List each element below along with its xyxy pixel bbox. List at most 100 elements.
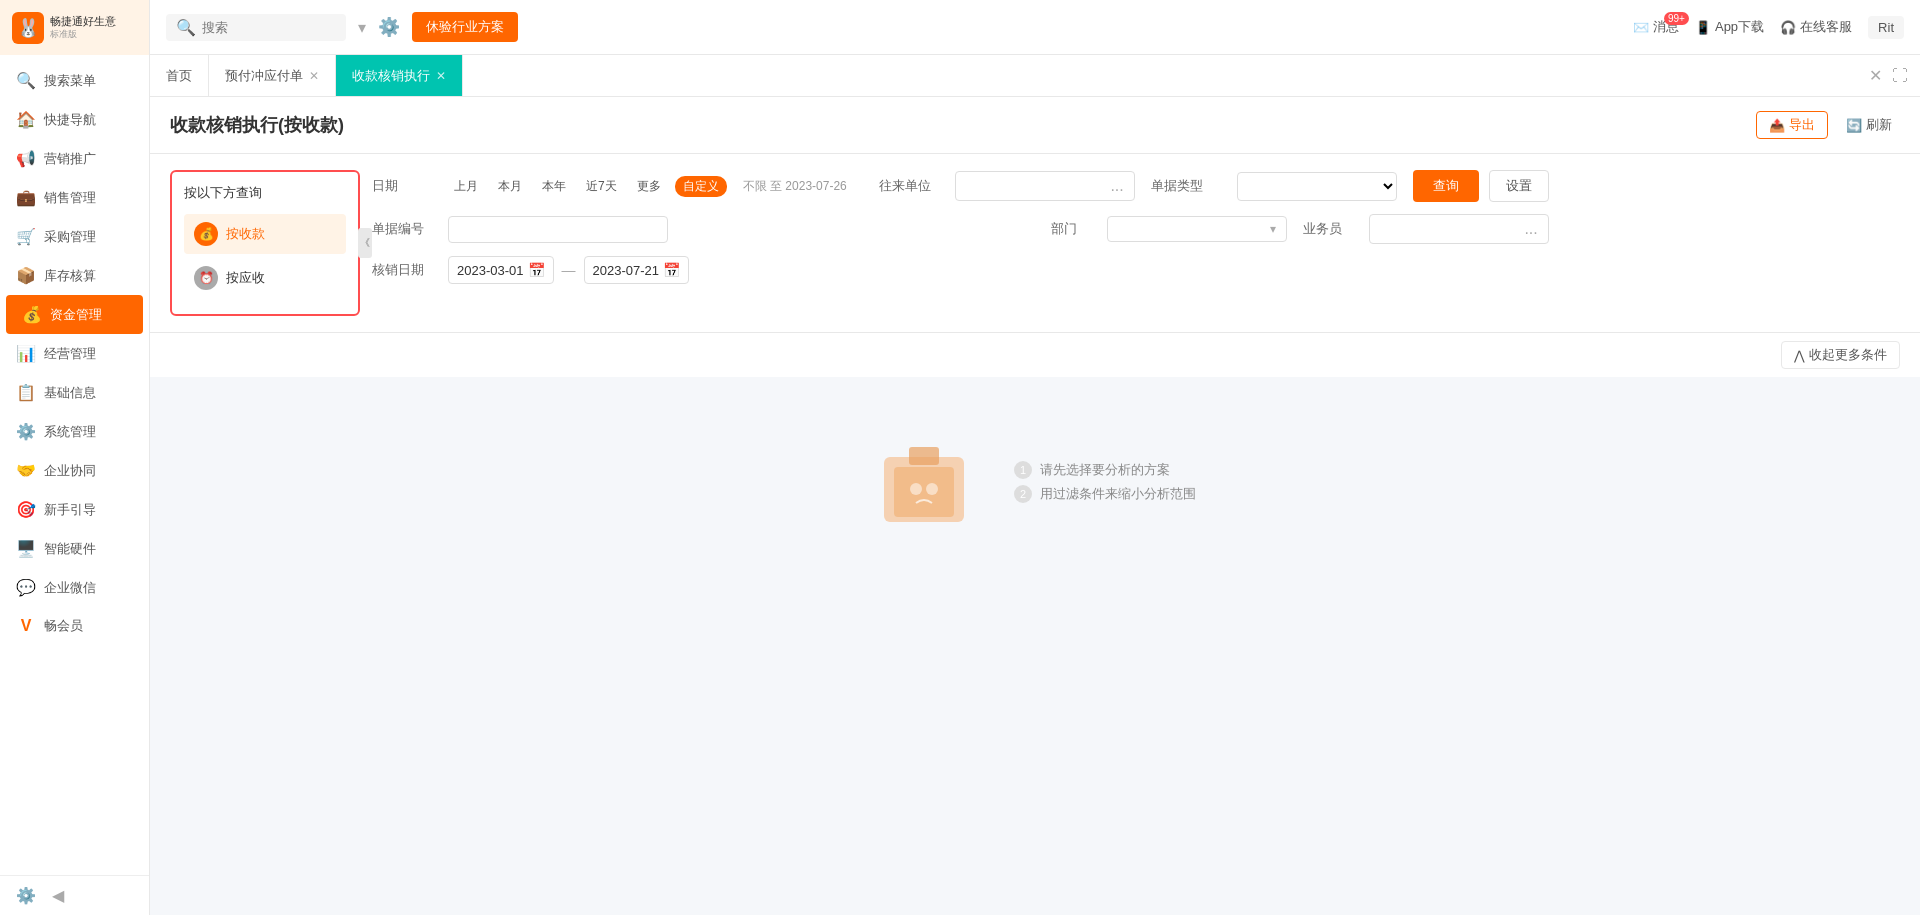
topbar: 🔍 ▾ ⚙️ 休验行业方案 ✉️ 消息 99+ 📱 App下载 🎧 在线客服 R… [150, 0, 1920, 55]
dept-field[interactable]: ▾ [1107, 216, 1287, 242]
gear-icon[interactable]: ⚙️ [378, 16, 400, 38]
partner-label: 往来单位 [879, 177, 939, 195]
purchase-icon: 🛒 [16, 227, 36, 246]
close-tab-icon[interactable]: ✕ [1869, 66, 1882, 85]
verify-date-end[interactable]: 2023-07-21 📅 [584, 256, 690, 284]
page-header-actions: 📤 导出 🔄 刷新 [1756, 111, 1900, 153]
sidebar-item-label: 经营管理 [44, 345, 96, 363]
filter-option-by-receivable[interactable]: ⏰ 按应收 [184, 258, 346, 298]
collapse-sidebar-icon[interactable]: ◀ [52, 886, 64, 905]
sidebar-item-inventory[interactable]: 📦 库存核算 [0, 256, 149, 295]
collapse-more-btn[interactable]: ⋀ 收起更多条件 [1781, 341, 1900, 369]
sidebar-item-finance[interactable]: 💰 资金管理 [6, 295, 143, 334]
tabbar-actions: ✕ ⛶ [1857, 55, 1920, 96]
tab-close-payment[interactable]: ✕ [436, 69, 446, 83]
sidebar-item-wechat[interactable]: 💬 企业微信 [0, 568, 149, 607]
sidebar-item-label: 搜索菜单 [44, 72, 96, 90]
partner-field[interactable]: ... [955, 171, 1135, 201]
tab-payment[interactable]: 收款核销执行 ✕ [336, 55, 463, 96]
sidebar-item-guide[interactable]: 🎯 新手引导 [0, 490, 149, 529]
expand-icon[interactable]: ⛶ [1892, 67, 1908, 85]
empty-tips: 1 请先选择要分析的方案 2 用过滤条件来缩小分析范围 [1014, 461, 1196, 503]
sidebar-item-label: 企业协同 [44, 462, 96, 480]
sidebar-item-label: 快捷导航 [44, 111, 96, 129]
search-icon: 🔍 [176, 18, 196, 37]
sidebar-item-quicknav[interactable]: 🏠 快捷导航 [0, 100, 149, 139]
sidebar-item-member[interactable]: V 畅会员 [0, 607, 149, 645]
online-service-btn[interactable]: 🎧 在线客服 [1780, 18, 1852, 36]
doc-type-select[interactable] [1237, 172, 1397, 201]
sales-icon: 💼 [16, 188, 36, 207]
filter-option-by-payment[interactable]: 💰 按收款 [184, 214, 346, 254]
app-download-btn[interactable]: 📱 App下载 [1695, 18, 1764, 36]
sidebar-item-label: 系统管理 [44, 423, 96, 441]
message-btn[interactable]: ✉️ 消息 99+ [1633, 18, 1679, 36]
verify-date-start[interactable]: 2023-03-01 📅 [448, 256, 554, 284]
setting-btn[interactable]: 设置 [1489, 170, 1549, 202]
sidebar-item-label: 畅会员 [44, 617, 83, 635]
topbar-actions: ✉️ 消息 99+ 📱 App下载 🎧 在线客服 Rit [1633, 16, 1904, 39]
empty-illustration [874, 437, 974, 527]
system-icon: ⚙️ [16, 422, 36, 441]
filter-row-2: 单据编号 部门 ▾ 业务员 ... [372, 214, 1549, 244]
member-icon: V [16, 617, 36, 635]
svg-rect-4 [909, 447, 939, 465]
filter-row-1: 日期 上月 本月 本年 近7天 更多 自定义 不限 至 2023-07-26 [372, 170, 1549, 202]
sidebar-item-sales[interactable]: 💼 销售管理 [0, 178, 149, 217]
search-input[interactable] [202, 20, 322, 35]
date-last-month[interactable]: 上月 [448, 176, 484, 197]
sidebar-item-hardware[interactable]: 🖥️ 智能硬件 [0, 529, 149, 568]
date-more[interactable]: 更多 [631, 176, 667, 197]
dropdown-icon[interactable]: ▾ [358, 18, 366, 37]
refresh-btn[interactable]: 🔄 刷新 [1838, 111, 1900, 139]
svg-rect-1 [894, 467, 954, 517]
doc-no-input[interactable] [448, 216, 668, 243]
export-btn[interactable]: 📤 导出 [1756, 111, 1828, 139]
hardware-icon: 🖥️ [16, 539, 36, 558]
refresh-icon: 🔄 [1846, 118, 1862, 133]
app-icon: 📱 [1695, 20, 1711, 35]
sidebar-item-label: 智能硬件 [44, 540, 96, 558]
tab-prepay[interactable]: 预付冲应付单 ✕ [209, 55, 336, 96]
marketing-icon: 📢 [16, 149, 36, 168]
sidebar-item-system[interactable]: ⚙️ 系统管理 [0, 412, 149, 451]
date-range-text: 不限 至 2023-07-26 [743, 178, 847, 195]
sidebar-item-enterprise[interactable]: 🤝 企业协同 [0, 451, 149, 490]
staff-field[interactable]: ... [1369, 214, 1549, 244]
industry-btn[interactable]: 休验行业方案 [412, 12, 518, 42]
sidebar-item-label: 新手引导 [44, 501, 96, 519]
user-info[interactable]: Rit [1868, 16, 1904, 39]
date-this-month[interactable]: 本月 [492, 176, 528, 197]
export-icon: 📤 [1769, 118, 1785, 133]
partner-more-icon[interactable]: ... [1110, 177, 1123, 195]
sidebar-bottom: ⚙️ ◀ [0, 875, 149, 915]
filter-row-3: 核销日期 2023-03-01 📅 — 2023-07-21 📅 [372, 256, 1549, 284]
tab-home[interactable]: 首页 [150, 55, 209, 96]
staff-more-icon[interactable]: ... [1524, 220, 1537, 238]
page-title: 收款核销执行(按收款) [170, 113, 344, 151]
sidebar-item-search[interactable]: 🔍 搜索菜单 [0, 61, 149, 100]
svg-point-2 [910, 483, 922, 495]
sidebar-item-management[interactable]: 📊 经营管理 [0, 334, 149, 373]
date-this-year[interactable]: 本年 [536, 176, 572, 197]
filter-collapse-btn[interactable]: 《 [358, 228, 372, 258]
basic-info-icon: 📋 [16, 383, 36, 402]
doc-no-label: 单据编号 [372, 220, 432, 238]
sidebar-item-label: 营销推广 [44, 150, 96, 168]
cal-icon-start[interactable]: 📅 [528, 262, 545, 278]
svg-point-3 [926, 483, 938, 495]
settings-icon[interactable]: ⚙️ [16, 886, 36, 905]
sidebar-item-marketing[interactable]: 📢 营销推广 [0, 139, 149, 178]
home-icon: 🏠 [16, 110, 36, 129]
sidebar-item-basic-info[interactable]: 📋 基础信息 [0, 373, 149, 412]
sidebar-item-purchase[interactable]: 🛒 采购管理 [0, 217, 149, 256]
cal-icon-end[interactable]: 📅 [663, 262, 680, 278]
tab-close-prepay[interactable]: ✕ [309, 69, 319, 83]
sidebar: 🐰 畅捷通好生意 标准版 🔍 搜索菜单 🏠 快捷导航 📢 营销推广 💼 销售管理… [0, 0, 150, 915]
empty-tip-1: 1 请先选择要分析的方案 [1014, 461, 1196, 479]
topbar-search[interactable]: 🔍 [166, 14, 346, 41]
date-custom-btn[interactable]: 自定义 [675, 176, 727, 197]
query-btn[interactable]: 查询 [1413, 170, 1479, 202]
tip-num-1: 1 [1014, 461, 1032, 479]
date-7days[interactable]: 近7天 [580, 176, 623, 197]
